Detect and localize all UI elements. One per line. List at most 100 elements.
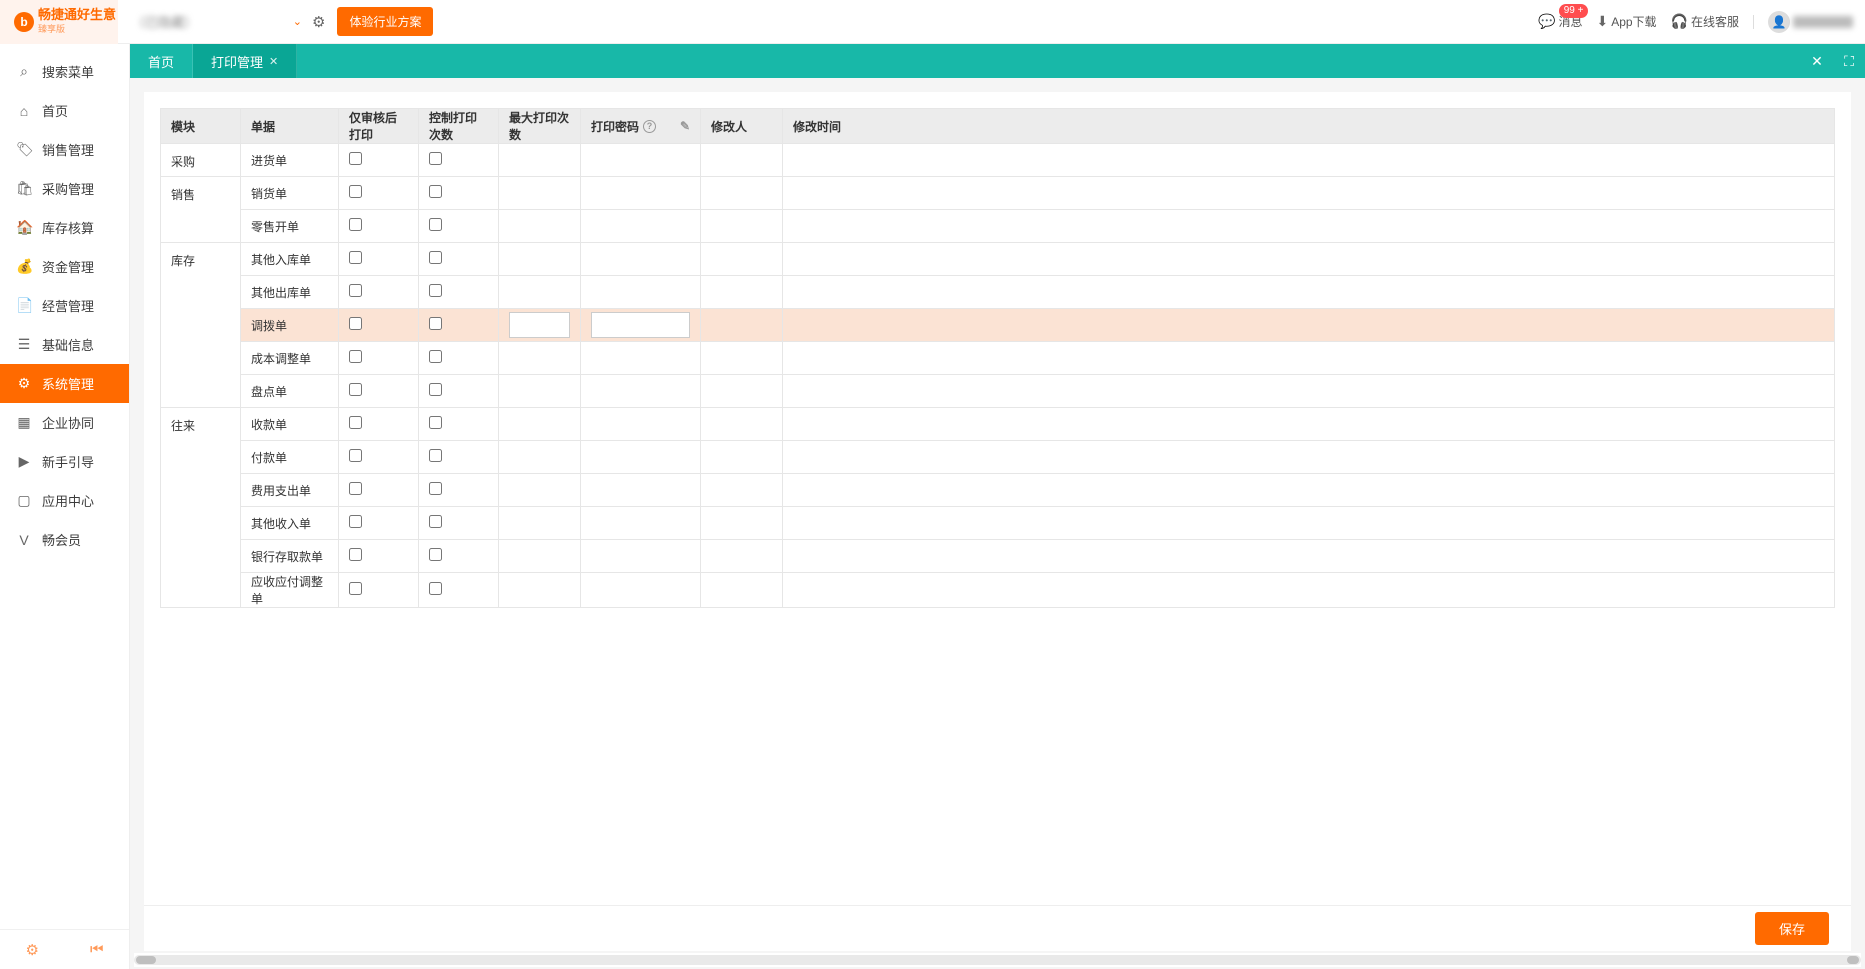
- sidebar-item-system[interactable]: ⚙系统管理: [0, 364, 129, 403]
- ctrl-times-checkbox[interactable]: [429, 317, 442, 330]
- download-label: App下载: [1611, 13, 1656, 30]
- ctrl-times-checkbox[interactable]: [429, 350, 442, 363]
- sidebar-item-vip[interactable]: V畅会员: [0, 520, 129, 559]
- after-audit-checkbox[interactable]: [349, 548, 362, 561]
- ctrl-times-checkbox[interactable]: [429, 218, 442, 231]
- industry-plan-button[interactable]: 体验行业方案: [337, 7, 433, 36]
- after-audit-checkbox[interactable]: [349, 582, 362, 595]
- app-download-link[interactable]: ⬇ App下载: [1596, 13, 1656, 30]
- bill-cell: 应收应付调整单: [241, 573, 339, 608]
- sidebar-item-collab[interactable]: ▦企业协同: [0, 403, 129, 442]
- sidebar-item-inventory[interactable]: 🏠库存核算: [0, 208, 129, 247]
- tab-首页[interactable]: 首页: [130, 44, 193, 78]
- ctrl-times-checkbox[interactable]: [429, 185, 442, 198]
- after-audit-cell: [339, 441, 419, 474]
- ctrl-times-cell: [419, 144, 499, 177]
- after-audit-checkbox[interactable]: [349, 152, 362, 165]
- sidebar-item-funds[interactable]: 💰资金管理: [0, 247, 129, 286]
- save-button[interactable]: 保存: [1755, 912, 1829, 945]
- bill-cell: 费用支出单: [241, 474, 339, 507]
- tab-close-icon[interactable]: ✕: [269, 55, 278, 68]
- horizontal-scrollbar[interactable]: [134, 953, 1861, 967]
- help-icon[interactable]: ?: [643, 120, 656, 133]
- mod-time-cell: [783, 474, 1835, 507]
- after-audit-checkbox[interactable]: [349, 449, 362, 462]
- sidebar-item-purchase[interactable]: 🛍采购管理: [0, 169, 129, 208]
- sidebar-item-sales[interactable]: 🏷销售管理: [0, 130, 129, 169]
- max-times-cell: [499, 210, 581, 243]
- sidebar-item-business[interactable]: 📄经营管理: [0, 286, 129, 325]
- sidebar-item-collab-icon: ▦: [16, 414, 32, 431]
- mod-time-cell: [783, 573, 1835, 608]
- password-cell: [581, 375, 701, 408]
- logo-text: 畅捷通好生意: [38, 7, 116, 22]
- sidebar-item-home[interactable]: ⌂首页: [0, 91, 129, 130]
- password-input[interactable]: [591, 312, 690, 338]
- after-audit-checkbox[interactable]: [349, 383, 362, 396]
- after-audit-checkbox[interactable]: [349, 317, 362, 330]
- after-audit-checkbox[interactable]: [349, 482, 362, 495]
- ctrl-times-checkbox[interactable]: [429, 515, 442, 528]
- after-audit-checkbox[interactable]: [349, 416, 362, 429]
- after-audit-checkbox[interactable]: [349, 350, 362, 363]
- module-cell: 往来: [161, 408, 241, 608]
- after-audit-checkbox[interactable]: [349, 284, 362, 297]
- sidebar-settings-button[interactable]: ⚙: [12, 930, 52, 969]
- table-row: 银行存取款单: [161, 540, 1835, 573]
- user-menu[interactable]: 👤: [1768, 11, 1853, 33]
- th-password: 打印密码 ? ✎: [581, 109, 701, 144]
- max-times-cell: [499, 309, 581, 342]
- ctrl-times-checkbox[interactable]: [429, 449, 442, 462]
- edit-icon[interactable]: ✎: [680, 119, 690, 133]
- sidebar-item-apps[interactable]: ▢应用中心: [0, 481, 129, 520]
- sidebar-item-search[interactable]: ⌕搜索菜单: [0, 52, 129, 91]
- sidebar-item-label: 资金管理: [42, 257, 94, 276]
- ctrl-times-checkbox[interactable]: [429, 152, 442, 165]
- ctrl-times-checkbox[interactable]: [429, 482, 442, 495]
- sidebar-item-base-icon: ☰: [16, 336, 32, 353]
- messages-link[interactable]: 💬 消息 99 +: [1538, 13, 1582, 30]
- th-bill: 单据: [241, 109, 339, 144]
- fullscreen-button[interactable]: ⛶: [1833, 44, 1865, 78]
- sidebar-item-sales-icon: 🏷: [16, 141, 32, 158]
- ctrl-times-cell: [419, 210, 499, 243]
- scrollbar-thumb[interactable]: [136, 956, 156, 964]
- ctrl-times-checkbox[interactable]: [429, 416, 442, 429]
- table-row: 付款单: [161, 441, 1835, 474]
- bill-cell: 其他出库单: [241, 276, 339, 309]
- sidebar-collapse-button[interactable]: ⏮: [77, 930, 117, 969]
- gear-icon: ⚙: [312, 14, 325, 31]
- header-right: 💬 消息 99 + ⬇ App下载 🎧 在线客服 👤: [1538, 11, 1853, 33]
- ctrl-times-checkbox[interactable]: [429, 251, 442, 264]
- after-audit-checkbox[interactable]: [349, 185, 362, 198]
- ctrl-times-cell: [419, 177, 499, 210]
- password-cell: [581, 144, 701, 177]
- after-audit-cell: [339, 309, 419, 342]
- scrollbar-end[interactable]: [1847, 956, 1859, 964]
- ctrl-times-checkbox[interactable]: [429, 582, 442, 595]
- ctrl-times-checkbox[interactable]: [429, 383, 442, 396]
- tab-close-all-button[interactable]: ✕: [1801, 44, 1833, 78]
- after-audit-checkbox[interactable]: [349, 218, 362, 231]
- ctrl-times-checkbox[interactable]: [429, 284, 442, 297]
- avatar-icon: 👤: [1768, 11, 1790, 33]
- settings-button[interactable]: ⚙: [312, 13, 325, 31]
- max-times-input[interactable]: [509, 312, 570, 338]
- after-audit-checkbox[interactable]: [349, 515, 362, 528]
- after-audit-checkbox[interactable]: [349, 251, 362, 264]
- table-row: 其他出库单: [161, 276, 1835, 309]
- tab-打印管理[interactable]: 打印管理✕: [193, 44, 297, 78]
- modifier-cell: [701, 507, 783, 540]
- sidebar-item-guide[interactable]: ▶新手引导: [0, 442, 129, 481]
- max-times-cell: [499, 507, 581, 540]
- ctrl-times-cell: [419, 507, 499, 540]
- sidebar-item-base[interactable]: ☰基础信息: [0, 325, 129, 364]
- ctrl-times-checkbox[interactable]: [429, 548, 442, 561]
- modifier-cell: [701, 441, 783, 474]
- support-link[interactable]: 🎧 在线客服: [1671, 13, 1739, 30]
- mod-time-cell: [783, 210, 1835, 243]
- company-selector[interactable]: （已隐藏） ⌄: [132, 12, 302, 31]
- logo[interactable]: b 畅捷通好生意 臻享版: [0, 0, 118, 44]
- max-times-cell: [499, 276, 581, 309]
- table-row: 费用支出单: [161, 474, 1835, 507]
